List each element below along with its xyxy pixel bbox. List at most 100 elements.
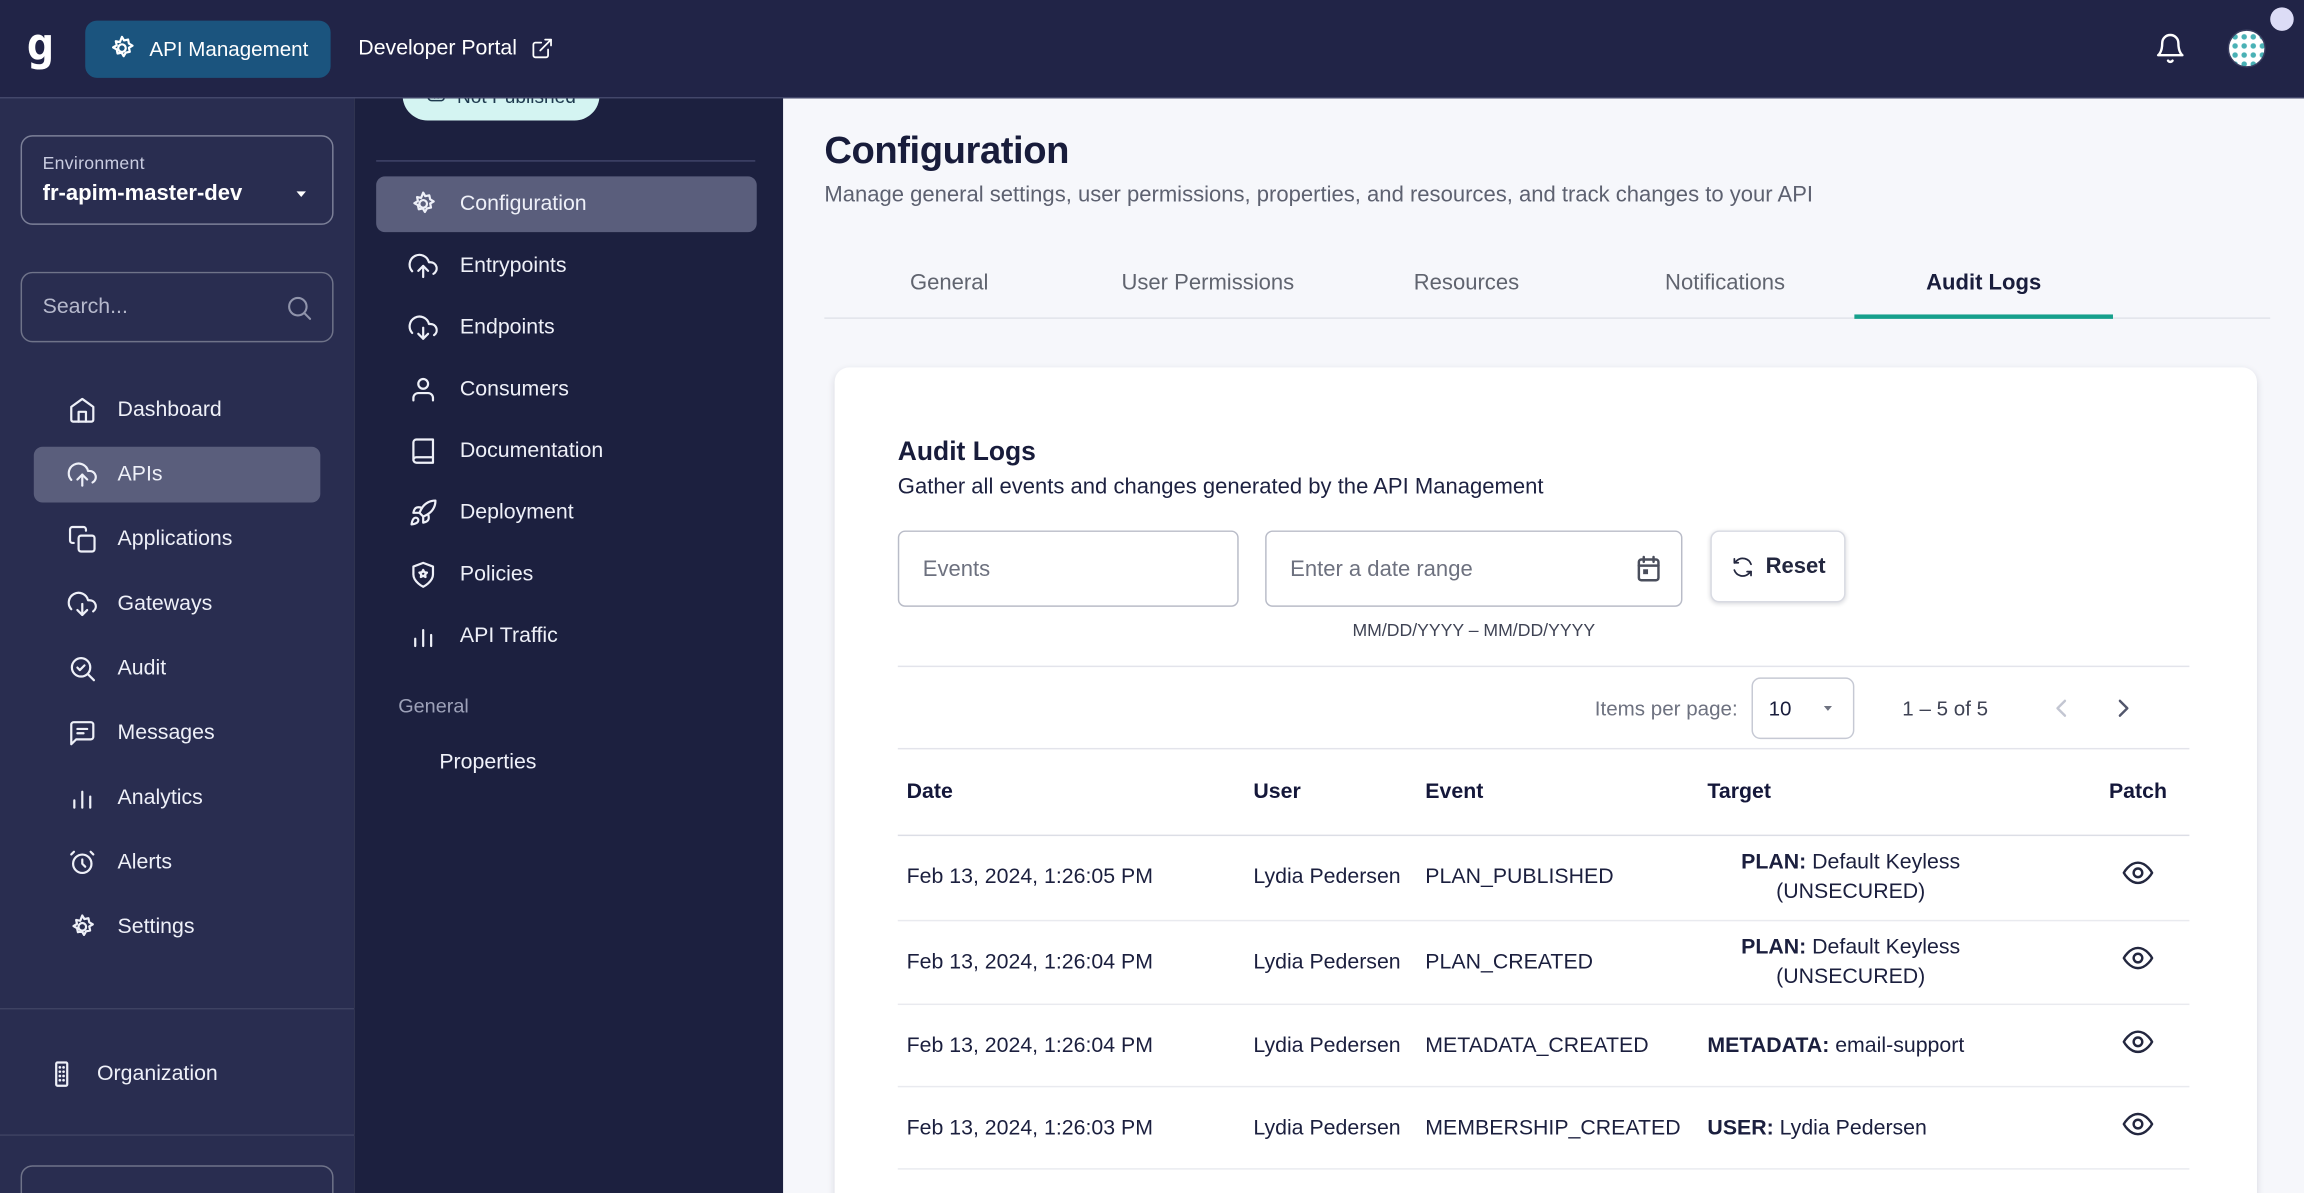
table-body: Feb 13, 2024, 1:26:05 PMLydia PedersenPL… xyxy=(898,836,2190,1170)
environment-select[interactable]: Environment fr-apim-master-dev xyxy=(21,135,334,225)
table-row: Feb 13, 2024, 1:26:03 PMLydia PedersenME… xyxy=(898,1088,2190,1170)
shield-icon xyxy=(408,560,437,589)
cell-event: METADATA_CREATED xyxy=(1425,1031,1707,1061)
reset-button[interactable]: Reset xyxy=(1710,530,1845,602)
refresh-icon xyxy=(1730,555,1754,579)
cloud-upload-icon xyxy=(408,251,437,280)
sidebar-item-endpoints[interactable]: Endpoints xyxy=(376,300,757,356)
collapse-menu-button[interactable]: Collapse menu xyxy=(21,1165,334,1193)
sidebar-item-api-traffic[interactable]: API Traffic xyxy=(376,608,757,664)
sidebar-item-properties[interactable]: Properties xyxy=(439,751,783,775)
previous-page-icon[interactable] xyxy=(2045,691,2077,723)
gravitee-logo[interactable]: g xyxy=(26,19,53,72)
sidebar-item-label: API Traffic xyxy=(460,624,558,648)
divider xyxy=(0,1008,354,1009)
cloud-download-icon xyxy=(68,589,97,618)
applications-icon xyxy=(68,525,97,554)
sidebar-item-label: Gateways xyxy=(118,592,213,616)
cell-user: Lydia Pedersen xyxy=(1253,947,1425,977)
column-header-patch: Patch xyxy=(2087,780,2190,804)
search-input[interactable] xyxy=(43,295,285,319)
sidebar-item-settings[interactable]: Settings xyxy=(34,899,321,955)
sidebar-bottom-group: Organization Collapse menu xyxy=(0,1008,354,1193)
cell-target: PLAN:Default Keyless (UNSECURED) xyxy=(1707,932,2086,992)
column-header-date: Date xyxy=(898,780,1254,804)
eye-icon[interactable] xyxy=(2122,941,2154,973)
sidebar-item-gateways[interactable]: Gateways xyxy=(34,576,321,632)
message-icon xyxy=(68,719,97,748)
app-window: g API Management Developer Portal Enviro… xyxy=(0,0,2304,1193)
sidebar-item-configuration[interactable]: Configuration xyxy=(376,176,757,232)
gear-icon xyxy=(68,912,97,941)
tab-general[interactable]: General xyxy=(820,248,1079,317)
cell-target: PLAN:Default Keyless (UNSECURED) xyxy=(1707,848,2086,908)
eye-icon[interactable] xyxy=(2122,1107,2154,1139)
external-link-icon xyxy=(530,37,554,61)
sidebar-item-policies[interactable]: Policies xyxy=(376,547,757,603)
user-avatar[interactable] xyxy=(2228,29,2266,67)
gear-icon xyxy=(408,190,437,219)
events-filter-select[interactable] xyxy=(898,530,1239,606)
tab-user-permissions[interactable]: User Permissions xyxy=(1079,248,1338,317)
sidebar-item-apis[interactable]: APIs xyxy=(34,447,321,503)
sidebar-item-messages[interactable]: Messages xyxy=(34,705,321,761)
sidebar-item-alerts[interactable]: Alerts xyxy=(34,835,321,891)
notifications-bell-icon[interactable] xyxy=(2154,32,2186,64)
tab-audit-logs[interactable]: Audit Logs xyxy=(1854,248,2113,317)
api-management-switcher[interactable]: API Management xyxy=(85,20,331,77)
sidebar-item-label: Entrypoints xyxy=(460,254,567,278)
target-type-label: USER: xyxy=(1707,1116,1773,1140)
eye-icon[interactable] xyxy=(2122,857,2154,889)
cell-patch xyxy=(2087,941,2190,983)
environment-sidebar: Environment fr-apim-master-dev Dashboard… xyxy=(0,98,354,1193)
cell-patch xyxy=(2087,1025,2190,1067)
sidebar-item-documentation[interactable]: Documentation xyxy=(376,423,757,479)
page-title: Configuration xyxy=(824,126,2270,173)
cell-event: MEMBERSHIP_CREATED xyxy=(1425,1113,1707,1143)
cloud-download-icon xyxy=(408,313,437,342)
target-value: email-support xyxy=(1835,1034,1964,1058)
sidebar-item-dashboard[interactable]: Dashboard xyxy=(34,382,321,438)
items-per-page-select[interactable]: 10 xyxy=(1751,677,1854,739)
sidebar-item-label: Policies xyxy=(460,563,533,587)
search-check-icon xyxy=(68,654,97,683)
table-row: Feb 13, 2024, 1:26:04 PMLydia PedersenPL… xyxy=(898,921,2190,1006)
table-header: DateUserEventTargetPatch xyxy=(898,749,2190,836)
home-icon xyxy=(68,395,97,424)
reset-label: Reset xyxy=(1766,554,1826,579)
alarm-clock-icon xyxy=(68,848,97,877)
table-row: Feb 13, 2024, 1:26:05 PMLydia PedersenPL… xyxy=(898,836,2190,921)
cell-user: Lydia Pedersen xyxy=(1253,1031,1425,1061)
tab-notifications[interactable]: Notifications xyxy=(1596,248,1855,317)
topbar: g API Management Developer Portal xyxy=(0,0,2304,98)
section-label-general: General xyxy=(398,695,783,717)
next-page-icon[interactable] xyxy=(2107,691,2139,723)
sidebar-item-analytics[interactable]: Analytics xyxy=(34,770,321,826)
tab-resources[interactable]: Resources xyxy=(1337,248,1596,317)
environment-value: fr-apim-master-dev xyxy=(43,181,243,206)
cell-date: Feb 13, 2024, 1:26:03 PM xyxy=(898,1113,1254,1143)
environment-nav: Dashboard APIs Applications Gateways Audit Me… xyxy=(21,382,334,955)
date-range-field: MM/DD/YYYY – MM/DD/YYYY xyxy=(1265,530,1682,606)
date-range-input[interactable] xyxy=(1265,530,1682,606)
sidebar-item-label: Configuration xyxy=(460,192,587,216)
building-icon xyxy=(47,1059,76,1088)
sidebar-item-label: Organization xyxy=(97,1062,218,1086)
column-header-user: User xyxy=(1253,780,1425,804)
sidebar-item-entrypoints[interactable]: Entrypoints xyxy=(376,238,757,294)
calendar-icon[interactable] xyxy=(1634,554,1663,583)
date-format-hint: MM/DD/YYYY – MM/DD/YYYY xyxy=(1265,620,1682,641)
api-nav: Configuration Entrypoints EndpointsConsume… xyxy=(354,176,783,664)
sidebar-item-label: Deployment xyxy=(460,501,574,525)
sidebar-item-audit[interactable]: Audit xyxy=(34,641,321,697)
sidebar-item-organization[interactable]: Organization xyxy=(13,1046,341,1102)
items-per-page-value: 10 xyxy=(1769,696,1792,720)
eye-icon[interactable] xyxy=(2122,1025,2154,1057)
cell-event: PLAN_CREATED xyxy=(1425,947,1707,977)
developer-portal-link[interactable]: Developer Portal xyxy=(358,37,553,61)
paginator: Items per page: 10 1 – 5 of 5 xyxy=(898,667,2190,749)
sidebar-item-deployment[interactable]: Deployment xyxy=(376,485,757,541)
rocket-icon xyxy=(408,498,437,527)
sidebar-item-applications[interactable]: Applications xyxy=(34,511,321,567)
sidebar-item-consumers[interactable]: Consumers xyxy=(376,361,757,417)
